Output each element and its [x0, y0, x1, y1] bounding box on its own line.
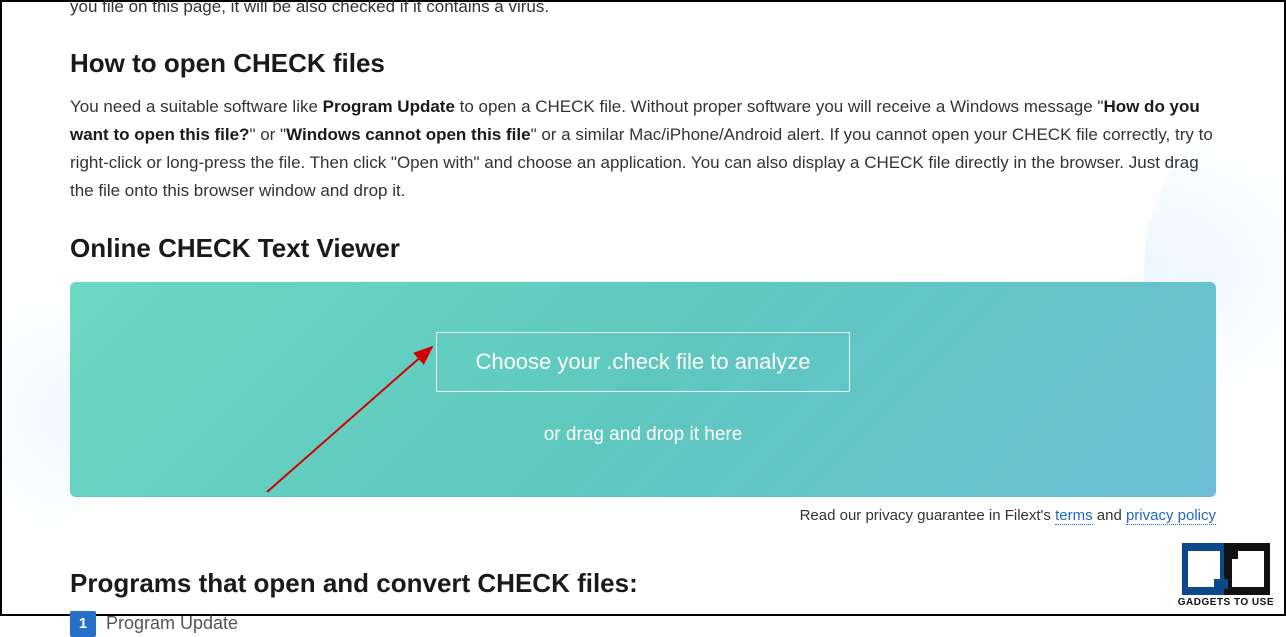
para-bold: Windows cannot open this file [286, 125, 530, 144]
program-list-item: 1 Program Update [70, 611, 1216, 637]
para-text: " or " [249, 125, 286, 144]
gadgets-logo-icon [1182, 543, 1270, 595]
privacy-prefix: Read our privacy guarantee in Filext's [800, 507, 1056, 524]
privacy-middle: and [1093, 507, 1126, 524]
programs-heading: Programs that open and convert CHECK fil… [70, 568, 1216, 599]
file-dropzone[interactable]: Choose your .check file to analyze or dr… [70, 282, 1216, 497]
how-to-open-heading: How to open CHECK files [70, 48, 1216, 79]
program-name: Program Update [106, 613, 238, 634]
online-viewer-heading: Online CHECK Text Viewer [70, 233, 1216, 264]
drop-hint-text: or drag and drop it here [544, 424, 743, 446]
partial-top-text: you file on this page, it will be also c… [70, 0, 1216, 20]
watermark-logo-container: GADGETS TO USE [1178, 543, 1274, 608]
para-text: to open a CHECK file. Without proper sof… [455, 97, 1104, 116]
para-bold: Program Update [323, 97, 455, 116]
program-number-badge: 1 [70, 611, 96, 637]
watermark-text: GADGETS TO USE [1178, 597, 1274, 608]
how-to-open-paragraph: You need a suitable software like Progra… [70, 93, 1216, 205]
choose-file-button[interactable]: Choose your .check file to analyze [436, 332, 849, 392]
terms-link[interactable]: terms [1055, 507, 1093, 525]
privacy-guarantee-line: Read our privacy guarantee in Filext's t… [70, 507, 1216, 524]
para-text: You need a suitable software like [70, 97, 323, 116]
privacy-policy-link[interactable]: privacy policy [1126, 507, 1216, 525]
